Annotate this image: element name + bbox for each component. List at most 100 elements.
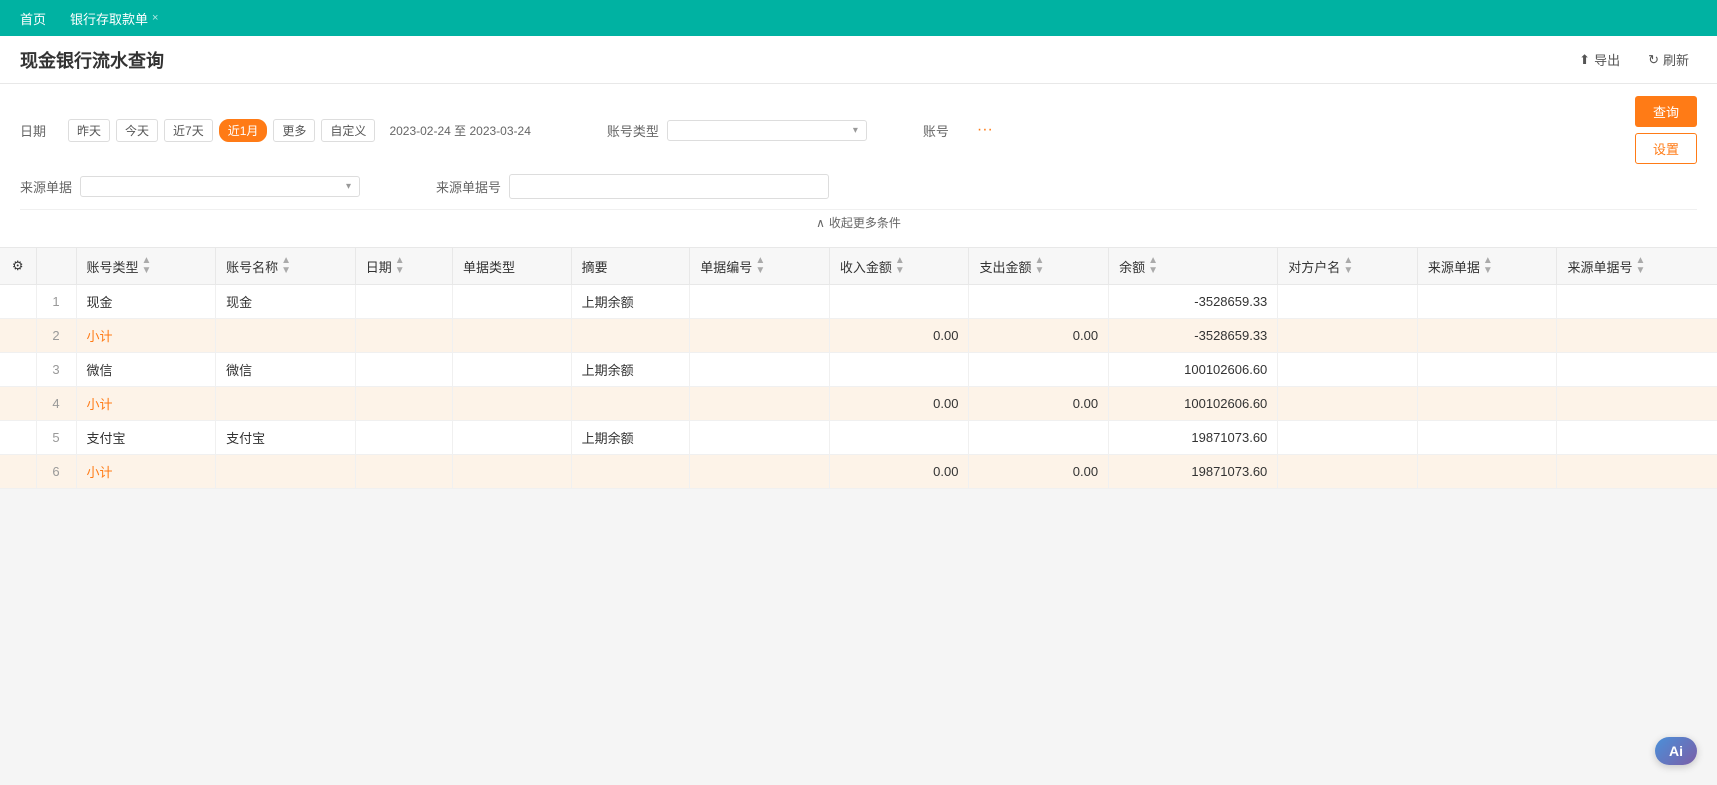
table-cell: 微信 — [216, 353, 356, 387]
table-cell — [355, 353, 452, 387]
table-cell: -3528659.33 — [1109, 319, 1278, 353]
table-cell: 微信 — [76, 353, 216, 387]
refresh-icon: ↻ — [1648, 52, 1659, 68]
account-type-filter-group: 账号类型 ▾ — [607, 120, 867, 141]
collapse-button[interactable]: ∧ 收起更多条件 — [20, 209, 1697, 235]
table-cell — [0, 421, 36, 455]
table-cell — [1557, 455, 1717, 489]
th-source-doc-num-label: 来源单据号 — [1567, 257, 1632, 276]
date-btn-近7天[interactable]: 近7天 — [164, 119, 213, 142]
th-account-type[interactable]: 账号类型▲▼ — [76, 248, 216, 285]
table-cell — [1557, 387, 1717, 421]
th-counterpart[interactable]: 对方户名▲▼ — [1278, 248, 1418, 285]
th-account-name[interactable]: 账号名称▲▼ — [216, 248, 356, 285]
table-cell — [969, 421, 1109, 455]
source-doc-select[interactable]: ▾ — [80, 176, 360, 197]
table-cell: 上期余额 — [571, 353, 690, 387]
table-cell — [690, 421, 830, 455]
nav-home[interactable]: 首页 — [8, 0, 58, 36]
th-source-doc[interactable]: 来源单据▲▼ — [1417, 248, 1557, 285]
account-dots[interactable]: ··· — [971, 121, 999, 139]
table-cell — [1557, 421, 1717, 455]
th-doc-num[interactable]: 单据编号▲▼ — [690, 248, 830, 285]
settings-button[interactable]: 设置 — [1635, 133, 1697, 164]
page-title: 现金银行流水查询 — [20, 47, 164, 73]
table-cell: 2 — [36, 319, 76, 353]
account-type-select[interactable]: ▾ — [667, 120, 867, 141]
table-cell — [1417, 455, 1557, 489]
table-cell: 0.00 — [969, 455, 1109, 489]
close-icon[interactable]: × — [152, 12, 158, 24]
table-cell: 支付宝 — [216, 421, 356, 455]
table-cell — [453, 353, 572, 387]
account-filter-group: 账号 ··· — [923, 121, 999, 140]
table-cell — [0, 285, 36, 319]
source-doc-num-filter-group: 来源单据号 — [436, 174, 829, 199]
filter-row-2: 来源单据 ▾ 来源单据号 — [20, 174, 1697, 199]
table-cell: 0.00 — [969, 387, 1109, 421]
table-cell — [1417, 387, 1557, 421]
source-doc-label: 来源单据 — [20, 177, 72, 196]
table-cell — [1417, 353, 1557, 387]
filter-area: 日期 昨天今天近7天近1月更多自定义 2023-02-24 至 2023-03-… — [0, 84, 1717, 248]
date-btn-昨天[interactable]: 昨天 — [68, 119, 110, 142]
th-balance[interactable]: 余额▲▼ — [1109, 248, 1278, 285]
table-cell — [690, 455, 830, 489]
table-cell: 支付宝 — [76, 421, 216, 455]
table-header-row: ⚙ 账号类型▲▼ 账号名称▲▼ 日期▲▼ 单据类型 摘要 单据编号▲▼ 收入金额… — [0, 248, 1717, 285]
th-counterpart-label: 对方户名 — [1288, 257, 1340, 276]
table-cell — [0, 353, 36, 387]
th-expense[interactable]: 支出金额▲▼ — [969, 248, 1109, 285]
table-cell: 100102606.60 — [1109, 387, 1278, 421]
table-cell — [571, 387, 690, 421]
table-cell: 0.00 — [829, 387, 969, 421]
date-btn-今天[interactable]: 今天 — [116, 119, 158, 142]
source-doc-chevron-icon: ▾ — [346, 181, 351, 192]
table-cell — [453, 387, 572, 421]
table-cell — [690, 319, 830, 353]
sort-icon-account-type: ▲▼ — [142, 256, 152, 276]
date-btn-自定义[interactable]: 自定义 — [321, 119, 375, 142]
date-range-display: 2023-02-24 至 2023-03-24 — [389, 122, 530, 139]
query-button[interactable]: 查询 — [1635, 96, 1697, 127]
table-cell: 小计 — [76, 387, 216, 421]
th-income[interactable]: 收入金额▲▼ — [829, 248, 969, 285]
date-btn-更多[interactable]: 更多 — [273, 119, 315, 142]
sort-icon-account-name: ▲▼ — [281, 256, 291, 276]
table-cell: 3 — [36, 353, 76, 387]
th-source-doc-num[interactable]: 来源单据号▲▼ — [1557, 248, 1717, 285]
sort-icon-expense: ▲▼ — [1035, 256, 1045, 276]
table-cell — [1557, 353, 1717, 387]
table-cell — [216, 455, 356, 489]
table-cell: 小计 — [76, 319, 216, 353]
table-cell — [1278, 353, 1418, 387]
table-cell — [690, 285, 830, 319]
account-label: 账号 — [923, 121, 963, 140]
table-cell — [1278, 387, 1418, 421]
export-button[interactable]: ⬆ 导出 — [1571, 46, 1628, 73]
table-cell — [0, 319, 36, 353]
top-nav: 首页 收款单 ×付款单 ×其他收入单 ×应收应付调整单 ×银行存取款单 ×预收冲… — [0, 0, 1717, 36]
table-cell — [1278, 285, 1418, 319]
th-source-doc-label: 来源单据 — [1428, 257, 1480, 276]
page-header: 现金银行流水查询 ⬆ 导出 ↻ 刷新 — [0, 36, 1717, 84]
refresh-button[interactable]: ↻ 刷新 — [1640, 46, 1697, 73]
table-cell — [829, 353, 969, 387]
th-account-name-label: 账号名称 — [226, 257, 278, 276]
sort-icon-doc-num: ▲▼ — [755, 256, 765, 276]
nav-tabs: 收款单 ×付款单 ×其他收入单 ×应收应付调整单 ×银行存取款单 ×预收冲应收单… — [58, 0, 196, 36]
ai-badge[interactable]: Ai — [1655, 737, 1697, 765]
th-gear[interactable]: ⚙ — [0, 248, 36, 285]
th-date[interactable]: 日期▲▼ — [355, 248, 452, 285]
date-btn-近1月[interactable]: 近1月 — [219, 119, 268, 142]
source-doc-num-input[interactable] — [509, 174, 829, 199]
table-cell — [571, 319, 690, 353]
table-cell — [216, 319, 356, 353]
th-doc-type-label: 单据类型 — [463, 260, 515, 275]
table-cell: 4 — [36, 387, 76, 421]
data-table: ⚙ 账号类型▲▼ 账号名称▲▼ 日期▲▼ 单据类型 摘要 单据编号▲▼ 收入金额… — [0, 248, 1717, 489]
table-row: 6小计0.000.0019871073.60 — [0, 455, 1717, 489]
table-cell: 0.00 — [829, 455, 969, 489]
table-cell — [216, 387, 356, 421]
nav-tab-银行存取款单[interactable]: 银行存取款单 × — [58, 0, 196, 36]
